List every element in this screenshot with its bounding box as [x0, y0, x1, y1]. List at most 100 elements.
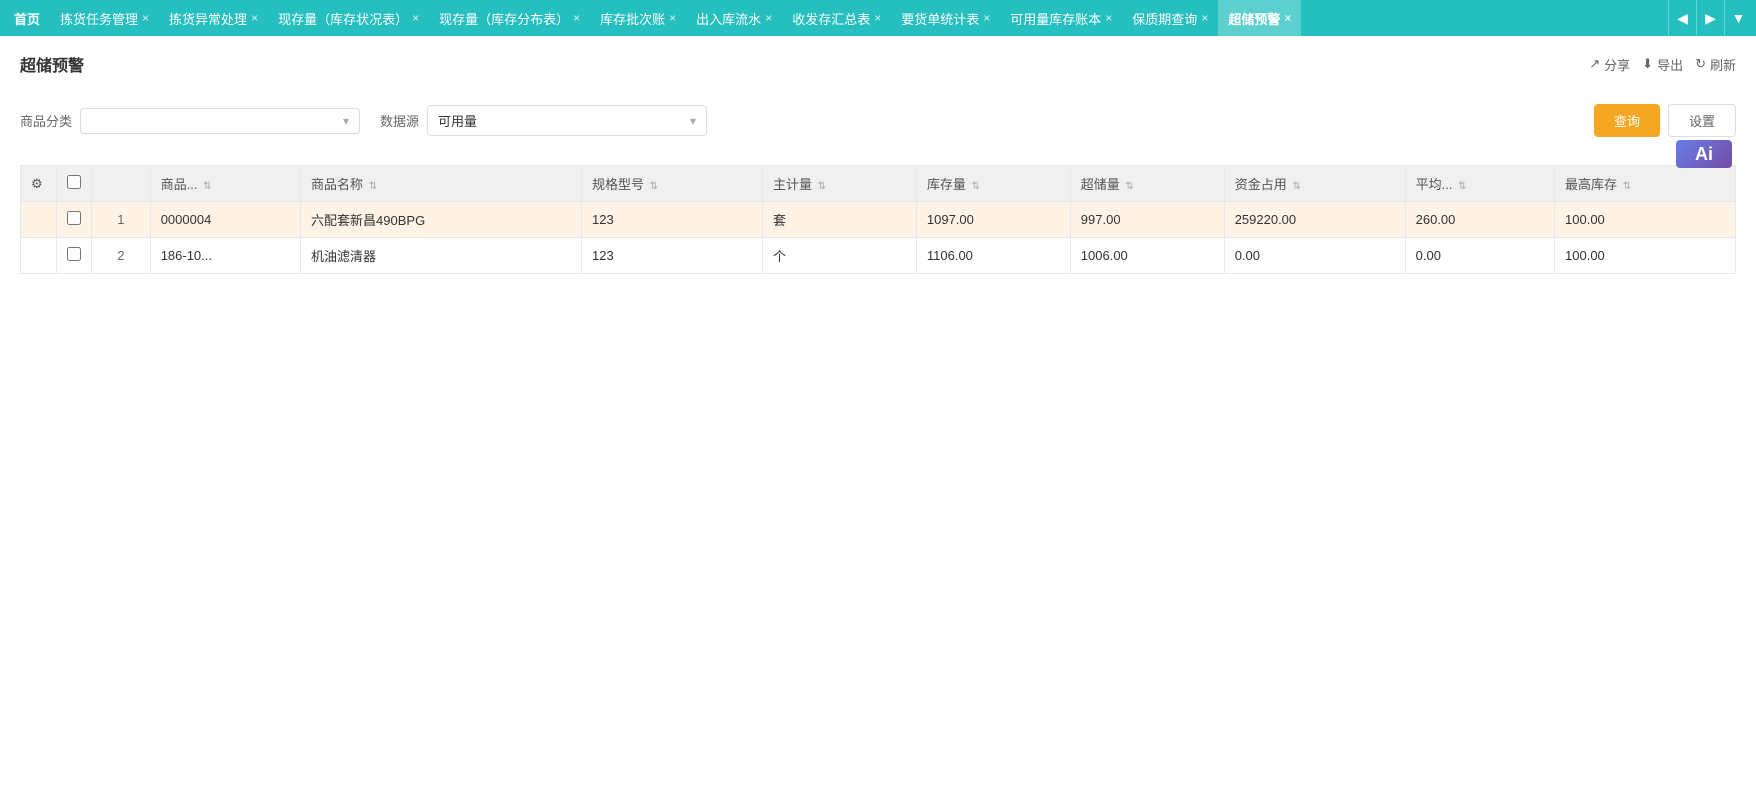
cell-product-name-1: 机油滤清器: [301, 238, 582, 274]
th-capital[interactable]: 资金占用 ⇅: [1224, 166, 1405, 202]
nav-close-inventory-status[interactable]: ×: [412, 11, 419, 25]
cell-overstock-0: 997.00: [1070, 202, 1224, 238]
cell-spec-1: 123: [582, 238, 763, 274]
nav-arrow-left[interactable]: ◀: [1668, 0, 1696, 36]
nav-order-stat[interactable]: 要货单统计表 ×: [891, 0, 1000, 36]
nav-close-summary[interactable]: ×: [874, 11, 881, 25]
cell-gear-0: [21, 202, 57, 238]
sort-icon-spec: ⇅: [650, 181, 658, 192]
datasource-select-value: 可用量: [438, 111, 477, 130]
datasource-label: 数据源: [380, 111, 419, 130]
refresh-icon: ↻: [1695, 56, 1706, 72]
page-title: 超储预警: [20, 52, 84, 76]
datasource-select[interactable]: 可用量 ▾: [427, 105, 707, 136]
cell-num-1: 2: [92, 238, 151, 274]
ai-badge[interactable]: Ai: [1676, 140, 1732, 168]
cell-check-1[interactable]: [57, 238, 92, 274]
th-avg[interactable]: 平均... ⇅: [1405, 166, 1554, 202]
cell-max-inventory-0: 100.00: [1555, 202, 1736, 238]
row-checkbox-0[interactable]: [67, 211, 81, 225]
cell-check-0[interactable]: [57, 202, 92, 238]
cell-unit-0: 套: [762, 202, 916, 238]
top-nav: 首页 拣货任务管理 × 拣货异常处理 × 现存量（库存状况表） × 现存量（库存…: [0, 0, 1756, 36]
sort-icon-unit: ⇅: [818, 181, 826, 192]
header-actions: ↗ 分享 ⬇ 导出 ↻ 刷新: [1589, 55, 1736, 74]
cell-inventory-0: 1097.00: [916, 202, 1070, 238]
nav-summary[interactable]: 收发存汇总表 ×: [782, 0, 891, 36]
cell-max-inventory-1: 100.00: [1555, 238, 1736, 274]
nav-overstock-warning[interactable]: 超储预警 ×: [1218, 0, 1301, 36]
sort-icon-capital: ⇅: [1292, 181, 1300, 192]
nav-arrow-right[interactable]: ▶: [1696, 0, 1724, 36]
datasource-filter: 数据源 可用量 ▾: [380, 105, 707, 136]
nav-picking-abnormal[interactable]: 拣货异常处理 ×: [159, 0, 268, 36]
sort-icon-max-inventory: ⇅: [1623, 181, 1631, 192]
nav-close-batch-account[interactable]: ×: [669, 11, 676, 25]
nav-close-picking-abnormal[interactable]: ×: [251, 11, 258, 25]
nav-available-book[interactable]: 可用量库存账本 ×: [1000, 0, 1122, 36]
cell-inventory-1: 1106.00: [916, 238, 1070, 274]
page-header: 超储预警 ↗ 分享 ⬇ 导出 ↻ 刷新: [20, 52, 1736, 76]
cell-spec-0: 123: [582, 202, 763, 238]
cell-product-name-0: 六配套新昌490BPG: [301, 202, 582, 238]
category-filter: 商品分类 ▾: [20, 108, 360, 134]
sort-icon-product-name: ⇅: [369, 181, 377, 192]
nav-close-overstock-warning[interactable]: ×: [1284, 11, 1291, 25]
nav-close-picking-task[interactable]: ×: [142, 11, 149, 25]
th-inventory[interactable]: 库存量 ⇅: [916, 166, 1070, 202]
cell-num-0: 1: [92, 202, 151, 238]
nav-batch-account[interactable]: 库存批次账 ×: [590, 0, 686, 36]
th-overstock[interactable]: 超储量 ⇅: [1070, 166, 1224, 202]
chevron-down-icon-2: ▾: [690, 114, 696, 128]
th-product-code[interactable]: 商品... ⇅: [150, 166, 300, 202]
query-button[interactable]: 查询: [1594, 104, 1660, 137]
nav-close-inventory-dist[interactable]: ×: [573, 11, 580, 25]
sort-icon-avg: ⇅: [1458, 181, 1466, 192]
gear-icon: ⚙: [31, 176, 43, 191]
th-unit[interactable]: 主计量 ⇅: [762, 166, 916, 202]
nav-inventory-dist[interactable]: 现存量（库存分布表） ×: [429, 0, 590, 36]
th-product-name[interactable]: 商品名称 ⇅: [301, 166, 582, 202]
nav-inout-flow[interactable]: 出入库流水 ×: [686, 0, 782, 36]
cell-overstock-1: 1006.00: [1070, 238, 1224, 274]
nav-expiry-query[interactable]: 保质期查询 ×: [1122, 0, 1218, 36]
th-max-inventory[interactable]: 最高库存 ⇅: [1555, 166, 1736, 202]
cell-avg-0: 260.00: [1405, 202, 1554, 238]
category-select[interactable]: ▾: [80, 108, 360, 134]
sort-icon-product-code: ⇅: [203, 181, 211, 192]
nav-arrows: ◀ ▶ ▼: [1668, 0, 1752, 36]
refresh-button[interactable]: ↻ 刷新: [1695, 55, 1736, 74]
nav-close-inout-flow[interactable]: ×: [765, 11, 772, 25]
th-gear[interactable]: ⚙: [21, 166, 57, 202]
nav-close-expiry-query[interactable]: ×: [1201, 11, 1208, 25]
nav-close-available-book[interactable]: ×: [1105, 11, 1112, 25]
data-table: ⚙ 商品... ⇅ 商品名称 ⇅ 规格型号 ⇅: [20, 165, 1736, 274]
cell-product-code-1: 186-10...: [150, 238, 300, 274]
nav-inventory-status[interactable]: 现存量（库存状况表） ×: [268, 0, 429, 36]
table-row: 2 186-10... 机油滤清器 123 个 1106.00 1006.00 …: [21, 238, 1736, 274]
th-spec[interactable]: 规格型号 ⇅: [582, 166, 763, 202]
select-all-checkbox[interactable]: [67, 175, 81, 189]
share-button[interactable]: ↗ 分享: [1589, 55, 1630, 74]
share-icon: ↗: [1589, 56, 1600, 72]
chevron-down-icon: ▾: [343, 114, 349, 128]
cell-capital-0: 259220.00: [1224, 202, 1405, 238]
export-button[interactable]: ⬇ 导出: [1642, 55, 1683, 74]
nav-home[interactable]: 首页: [4, 0, 50, 36]
nav-close-order-stat[interactable]: ×: [983, 11, 990, 25]
settings-button[interactable]: 设置: [1668, 104, 1736, 137]
row-checkbox-1[interactable]: [67, 247, 81, 261]
nav-picking-task[interactable]: 拣货任务管理 ×: [50, 0, 159, 36]
cell-product-code-0: 0000004: [150, 202, 300, 238]
cell-unit-1: 个: [762, 238, 916, 274]
export-icon: ⬇: [1642, 56, 1653, 72]
table-header: ⚙ 商品... ⇅ 商品名称 ⇅ 规格型号 ⇅: [21, 166, 1736, 202]
cell-avg-1: 0.00: [1405, 238, 1554, 274]
table-row: 1 0000004 六配套新昌490BPG 123 套 1097.00 997.…: [21, 202, 1736, 238]
filter-row: 商品分类 ▾ 数据源 可用量 ▾ 查询 设置: [20, 92, 1736, 149]
th-checkbox[interactable]: [57, 166, 92, 202]
th-row-num: [92, 166, 151, 202]
cell-capital-1: 0.00: [1224, 238, 1405, 274]
nav-arrow-more[interactable]: ▼: [1724, 0, 1752, 36]
cell-gear-1: [21, 238, 57, 274]
